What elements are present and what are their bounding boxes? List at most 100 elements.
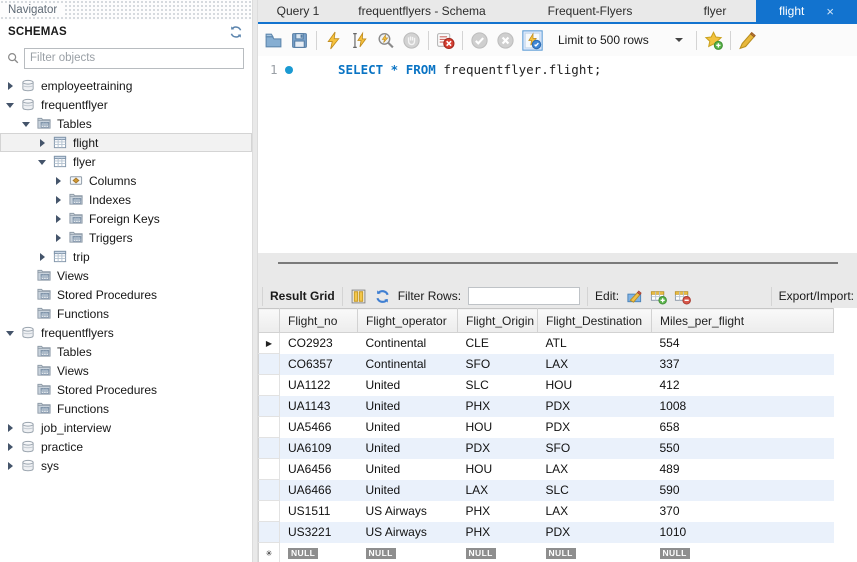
- collapsed-arrow-icon[interactable]: [5, 442, 17, 452]
- cell[interactable]: HOU: [458, 417, 538, 438]
- cell[interactable]: 554: [652, 333, 834, 354]
- cell[interactable]: UA6109: [279, 437, 358, 459]
- stop-icon[interactable]: [402, 31, 421, 50]
- tree-item-tables[interactable]: Tables: [0, 114, 252, 133]
- row-selector[interactable]: [258, 521, 280, 543]
- collapsed-arrow-icon[interactable]: [53, 233, 65, 243]
- tree-item-sys[interactable]: sys: [0, 456, 252, 475]
- cell[interactable]: SLC: [537, 479, 652, 501]
- delete-row-icon[interactable]: [674, 288, 691, 305]
- tree-item-practice[interactable]: practice: [0, 437, 252, 456]
- tree-item-columns[interactable]: Columns: [0, 171, 252, 190]
- cell[interactable]: United: [357, 437, 458, 459]
- column-header-flight-origin[interactable]: Flight_Origin: [457, 308, 538, 333]
- schema-filter-input[interactable]: [24, 47, 244, 69]
- column-header-flight-no[interactable]: Flight_no: [279, 308, 358, 333]
- commit-icon[interactable]: [470, 31, 489, 50]
- editor-result-splitter[interactable]: [258, 253, 857, 284]
- null-cell[interactable]: NULL: [458, 543, 538, 562]
- tree-item-foreign-keys[interactable]: Foreign Keys: [0, 209, 252, 228]
- cell[interactable]: US Airways: [357, 521, 458, 543]
- cell[interactable]: PDX: [457, 437, 538, 459]
- tree-item-views[interactable]: Views: [0, 266, 252, 285]
- rollback-icon[interactable]: [496, 31, 515, 50]
- tree-item-trip[interactable]: trip: [0, 247, 252, 266]
- sql-editor[interactable]: 1 SELECT * FROM frequentflyer.flight;: [258, 56, 857, 253]
- cell[interactable]: US Airways: [358, 501, 458, 522]
- cell[interactable]: LAX: [537, 353, 652, 375]
- cell[interactable]: United: [358, 459, 458, 480]
- beautify-icon[interactable]: [738, 31, 757, 50]
- collapsed-arrow-icon[interactable]: [5, 423, 17, 433]
- tree-item-stored-procedures[interactable]: Stored Procedures: [0, 285, 252, 304]
- tree-item-job-interview[interactable]: job_interview: [0, 418, 252, 437]
- expanded-arrow-icon[interactable]: [5, 328, 17, 338]
- row-selector[interactable]: [258, 479, 280, 501]
- tree-item-employeetraining[interactable]: employeetraining: [0, 76, 252, 95]
- cell[interactable]: SLC: [458, 375, 538, 396]
- cell[interactable]: CO2923: [280, 333, 358, 354]
- execute-current-icon[interactable]: [350, 31, 369, 50]
- tree-item-indexes[interactable]: Indexes: [0, 190, 252, 209]
- cell[interactable]: 550: [651, 437, 834, 459]
- save-icon[interactable]: [290, 31, 309, 50]
- new-snippet-icon[interactable]: [704, 30, 723, 50]
- row-selector[interactable]: [258, 458, 280, 480]
- current-row-marker[interactable]: ▶: [258, 332, 280, 354]
- cell[interactable]: UA1122: [280, 375, 358, 396]
- collapsed-arrow-icon[interactable]: [37, 252, 49, 262]
- explain-icon[interactable]: [376, 31, 395, 50]
- cell[interactable]: United: [357, 395, 458, 417]
- column-header-miles-per-flight[interactable]: Miles_per_flight: [651, 308, 834, 333]
- collapsed-arrow-icon[interactable]: [37, 138, 49, 148]
- tab-frequent-flyers[interactable]: Frequent-Flyers: [506, 0, 674, 22]
- sync-schemas-icon[interactable]: [228, 24, 244, 40]
- cell[interactable]: United: [358, 375, 458, 396]
- limit-rows-select[interactable]: Limit to 500 rows: [550, 33, 689, 47]
- tree-item-stored-procedures[interactable]: Stored Procedures: [0, 380, 252, 399]
- cell[interactable]: PHX: [457, 521, 538, 543]
- cell[interactable]: US3221: [279, 521, 358, 543]
- collapsed-arrow-icon[interactable]: [5, 81, 17, 91]
- cell[interactable]: 489: [652, 459, 834, 480]
- row-selector[interactable]: [258, 353, 280, 375]
- tab-frequentflyers-schema[interactable]: frequentflyers - Schema: [338, 0, 506, 22]
- cell[interactable]: PHX: [457, 395, 538, 417]
- cell[interactable]: UA6456: [280, 459, 358, 480]
- new-row-marker[interactable]: ✳: [258, 542, 280, 562]
- tree-item-tables[interactable]: Tables: [0, 342, 252, 361]
- cell[interactable]: SFO: [457, 353, 538, 375]
- cell[interactable]: 412: [652, 375, 834, 396]
- close-tab-icon[interactable]: ×: [812, 4, 834, 19]
- kill-connection-icon[interactable]: [436, 31, 455, 50]
- tab-flight[interactable]: flight ×: [756, 0, 857, 22]
- null-cell[interactable]: NULL: [358, 543, 458, 562]
- cell[interactable]: 370: [652, 501, 834, 522]
- column-header-flight-operator[interactable]: Flight_operator: [357, 308, 458, 333]
- cell[interactable]: SFO: [537, 437, 652, 459]
- cell[interactable]: HOU: [538, 375, 652, 396]
- cell[interactable]: 1008: [651, 395, 834, 417]
- row-selector[interactable]: [258, 437, 280, 459]
- cell[interactable]: 590: [651, 479, 834, 501]
- row-selector[interactable]: [258, 416, 280, 438]
- tab-flyer[interactable]: flyer: [674, 0, 756, 22]
- cell[interactable]: UA5466: [280, 417, 358, 438]
- cell[interactable]: Continental: [357, 353, 458, 375]
- autocommit-icon[interactable]: [522, 29, 543, 51]
- cell[interactable]: PDX: [537, 521, 652, 543]
- tree-item-flyer[interactable]: flyer: [0, 152, 252, 171]
- cell[interactable]: PDX: [537, 395, 652, 417]
- execute-icon[interactable]: [324, 31, 343, 50]
- tree-item-flight[interactable]: flight: [0, 133, 252, 152]
- row-selector[interactable]: [258, 395, 280, 417]
- expanded-arrow-icon[interactable]: [37, 157, 49, 167]
- null-cell[interactable]: NULL: [538, 543, 652, 562]
- cell[interactable]: UA6466: [279, 479, 358, 501]
- open-script-icon[interactable]: [264, 31, 283, 50]
- refresh-icon[interactable]: [374, 288, 391, 305]
- cell[interactable]: CO6357: [279, 353, 358, 375]
- edit-pencil-icon[interactable]: [626, 288, 643, 305]
- column-header-flight-destination[interactable]: Flight_Destination: [537, 308, 652, 333]
- filter-rows-input[interactable]: [468, 287, 581, 305]
